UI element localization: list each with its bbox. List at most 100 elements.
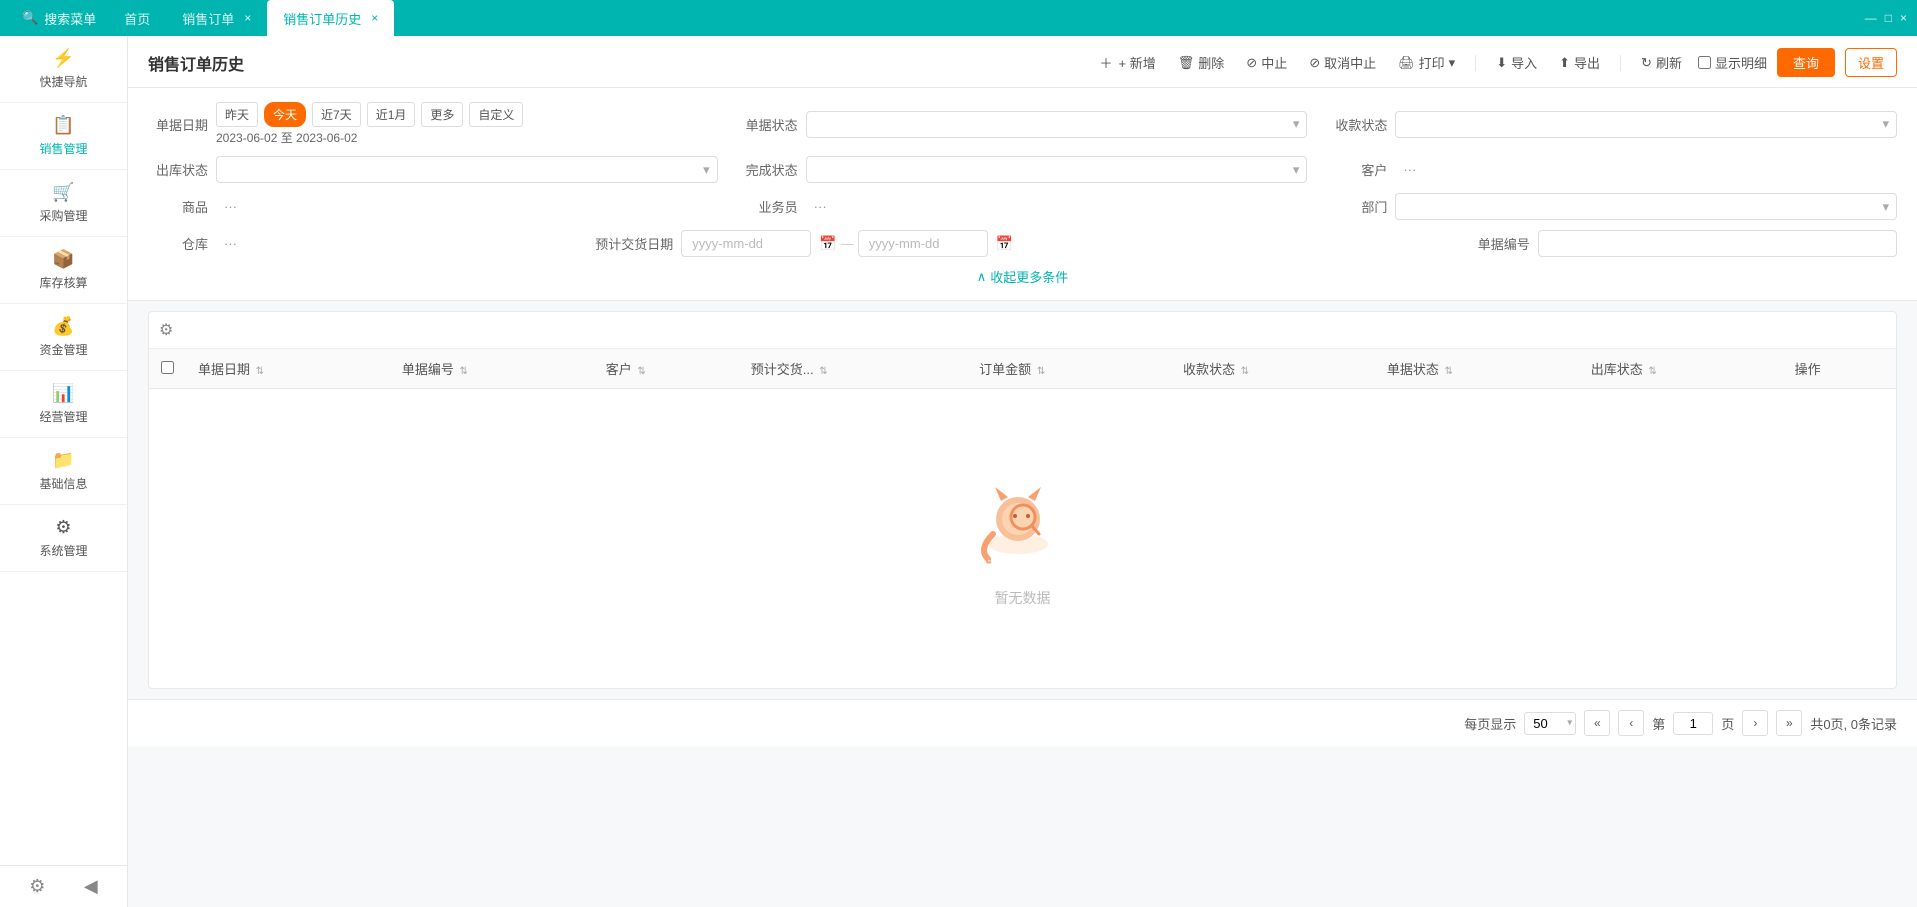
minimize-button[interactable]: — bbox=[1865, 11, 1877, 25]
date-btn-1month[interactable]: 近1月 bbox=[367, 102, 416, 127]
sidebar-item-sys-mgmt[interactable]: ⚙ 系统管理 bbox=[0, 505, 127, 572]
print-button[interactable]: 🖨 打印 ▾ bbox=[1392, 49, 1461, 76]
tab-sales-history[interactable]: 销售订单历史 × bbox=[267, 0, 394, 36]
last-page-button[interactable]: » bbox=[1776, 710, 1802, 736]
date-btn-today[interactable]: 今天 bbox=[264, 102, 306, 127]
first-page-button[interactable]: « bbox=[1584, 710, 1610, 736]
search-area[interactable]: 🔍 搜索菜单 bbox=[10, 9, 108, 28]
date-label: 单据日期 bbox=[148, 115, 208, 134]
date-btn-more[interactable]: 更多 bbox=[421, 102, 463, 127]
sidebar-item-label: 库存核算 bbox=[39, 274, 87, 291]
sidebar-item-label: 基础信息 bbox=[39, 475, 87, 492]
sidebar-item-purchase-mgmt[interactable]: 🛒 采购管理 bbox=[0, 170, 127, 237]
sort-expected-icon[interactable]: ⇅ bbox=[819, 366, 827, 377]
import-button[interactable]: ⬇ 导入 bbox=[1490, 49, 1543, 76]
complete-status-select[interactable] bbox=[806, 156, 1308, 183]
close-button[interactable]: × bbox=[1900, 11, 1907, 25]
select-all-checkbox[interactable] bbox=[161, 361, 174, 374]
customer-picker[interactable]: ··· bbox=[1395, 162, 1424, 177]
settings-button[interactable]: 设置 bbox=[1845, 48, 1897, 77]
total-records: 共0页, 0条记录 bbox=[1810, 714, 1897, 733]
tab-sales-order-close[interactable]: × bbox=[244, 11, 251, 25]
sidebar: ⚡ 快捷导航 📋 销售管理 🛒 采购管理 📦 库存核算 💰 资金管理 📊 经营管… bbox=[0, 36, 128, 907]
export-button[interactable]: ⬆ 导出 bbox=[1553, 49, 1606, 76]
sort-delivery-icon[interactable]: ⇅ bbox=[1648, 366, 1656, 377]
date-filter-buttons: 昨天 今天 近7天 近1月 更多 自定义 bbox=[216, 102, 523, 127]
maximize-button[interactable]: □ bbox=[1885, 11, 1892, 25]
sidebar-item-operations[interactable]: 📊 经营管理 bbox=[0, 371, 127, 438]
product-picker[interactable]: ··· bbox=[216, 199, 245, 214]
expected-date-start[interactable] bbox=[681, 230, 811, 257]
cal-icon-start[interactable]: 📅 bbox=[819, 235, 836, 252]
sort-payment-icon[interactable]: ⇅ bbox=[1241, 366, 1249, 377]
page-header: 销售订单历史 ＋ + 新增 🗑 删除 ⊘ 中止 ⊘ bbox=[128, 36, 1917, 88]
payment-status-select[interactable] bbox=[1395, 111, 1897, 138]
expected-date-label: 预计交货日期 bbox=[595, 234, 673, 253]
tab-home[interactable]: 首页 bbox=[108, 0, 166, 36]
cal-icon-end[interactable]: 📅 bbox=[996, 235, 1013, 252]
window-controls: — □ × bbox=[1865, 11, 1907, 25]
complete-status-label: 完成状态 bbox=[738, 160, 798, 179]
refresh-button[interactable]: ↻ 刷新 bbox=[1635, 49, 1688, 76]
sidebar-item-quick-nav[interactable]: ⚡ 快捷导航 bbox=[0, 36, 127, 103]
sort-order-status-icon[interactable]: ⇅ bbox=[1445, 366, 1453, 377]
cancel-stop-button[interactable]: ⊘ 取消中止 bbox=[1303, 49, 1382, 76]
date-btn-custom[interactable]: 自定义 bbox=[469, 102, 523, 127]
stop-button[interactable]: ⊘ 中止 bbox=[1240, 49, 1293, 76]
finance-icon: 💰 bbox=[52, 316, 74, 337]
col-action: 操作 bbox=[1783, 349, 1896, 389]
delete-button[interactable]: 🗑 删除 bbox=[1172, 49, 1231, 76]
settings-bottom-icon[interactable]: ⚙ bbox=[29, 876, 45, 897]
order-status-select[interactable] bbox=[806, 111, 1308, 138]
sidebar-item-basic-info[interactable]: 📁 基础信息 bbox=[0, 438, 127, 505]
complete-status-select-wrap bbox=[806, 156, 1308, 183]
sort-no-icon[interactable]: ⇅ bbox=[460, 366, 468, 377]
salesperson-picker[interactable]: ··· bbox=[806, 199, 835, 214]
delivery-status-select[interactable] bbox=[216, 156, 718, 183]
table-settings-icon[interactable]: ⚙ bbox=[159, 320, 173, 340]
pagination-bar: 每页显示 10 20 50 100 « ‹ 第 页 › » 共0页, 0条记录 bbox=[128, 699, 1917, 746]
tab-sales-history-close[interactable]: × bbox=[371, 11, 378, 25]
toolbar: ＋ + 新增 🗑 删除 ⊘ 中止 ⊘ 取消中止 bbox=[1094, 48, 1897, 77]
tab-sales-order[interactable]: 销售订单 × bbox=[166, 0, 267, 36]
collapse-sidebar-icon[interactable]: ◀ bbox=[84, 876, 98, 897]
date-options-wrap: 昨天 今天 近7天 近1月 更多 自定义 2023-06-02 至 2023-0… bbox=[216, 102, 523, 146]
sidebar-item-inventory[interactable]: 📦 库存核算 bbox=[0, 237, 127, 304]
toolbar-divider bbox=[1475, 55, 1476, 71]
page-size-select[interactable]: 10 20 50 100 bbox=[1524, 712, 1576, 735]
sys-mgmt-icon: ⚙ bbox=[55, 517, 71, 538]
display-dense-checkbox[interactable] bbox=[1698, 56, 1711, 69]
sidebar-item-sales-mgmt[interactable]: 📋 销售管理 bbox=[0, 103, 127, 170]
sidebar-item-label: 经营管理 bbox=[39, 408, 87, 425]
query-button[interactable]: 查询 bbox=[1777, 48, 1835, 77]
search-menu[interactable]: 🔍 搜索菜单 bbox=[22, 9, 96, 28]
cancel-stop-icon: ⊘ bbox=[1309, 55, 1320, 71]
page-input[interactable] bbox=[1673, 712, 1713, 735]
sidebar-item-label: 快捷导航 bbox=[39, 73, 87, 90]
expected-date-end[interactable] bbox=[858, 230, 988, 257]
department-select[interactable] bbox=[1395, 193, 1897, 220]
sort-customer-icon[interactable]: ⇅ bbox=[637, 366, 645, 377]
prev-page-button[interactable]: ‹ bbox=[1618, 710, 1644, 736]
filter-warehouse: 仓库 ··· bbox=[148, 234, 575, 253]
display-dense-toggle[interactable]: 显示明细 bbox=[1698, 53, 1767, 72]
warehouse-picker[interactable]: ··· bbox=[216, 236, 245, 251]
sort-date-icon[interactable]: ⇅ bbox=[256, 366, 264, 377]
date-control: 昨天 今天 近7天 近1月 更多 自定义 2023-06-02 至 2023-0… bbox=[216, 102, 718, 146]
purchase-mgmt-icon: 🛒 bbox=[52, 182, 74, 203]
filter-date: 单据日期 昨天 今天 近7天 近1月 更多 自定义 2023-06-02 bbox=[148, 102, 718, 146]
sidebar-item-finance[interactable]: 💰 资金管理 bbox=[0, 304, 127, 371]
next-page-button[interactable]: › bbox=[1742, 710, 1768, 736]
date-btn-yesterday[interactable]: 昨天 bbox=[216, 102, 258, 127]
department-label: 部门 bbox=[1327, 197, 1387, 216]
search-label: 搜索菜单 bbox=[44, 9, 96, 28]
collapse-button[interactable]: ∧ 收起更多条件 bbox=[148, 267, 1897, 286]
department-select-wrap bbox=[1395, 193, 1897, 220]
date-btn-7days[interactable]: 近7天 bbox=[312, 102, 361, 127]
table-header-row: 单据日期 ⇅ 单据编号 ⇅ 客户 ⇅ bbox=[149, 349, 1896, 389]
warehouse-label: 仓库 bbox=[148, 234, 208, 253]
col-date: 单据日期 ⇅ bbox=[186, 349, 390, 389]
order-no-input[interactable] bbox=[1538, 230, 1897, 257]
sort-amount-icon[interactable]: ⇅ bbox=[1037, 366, 1045, 377]
new-button[interactable]: ＋ + 新增 bbox=[1094, 49, 1162, 76]
